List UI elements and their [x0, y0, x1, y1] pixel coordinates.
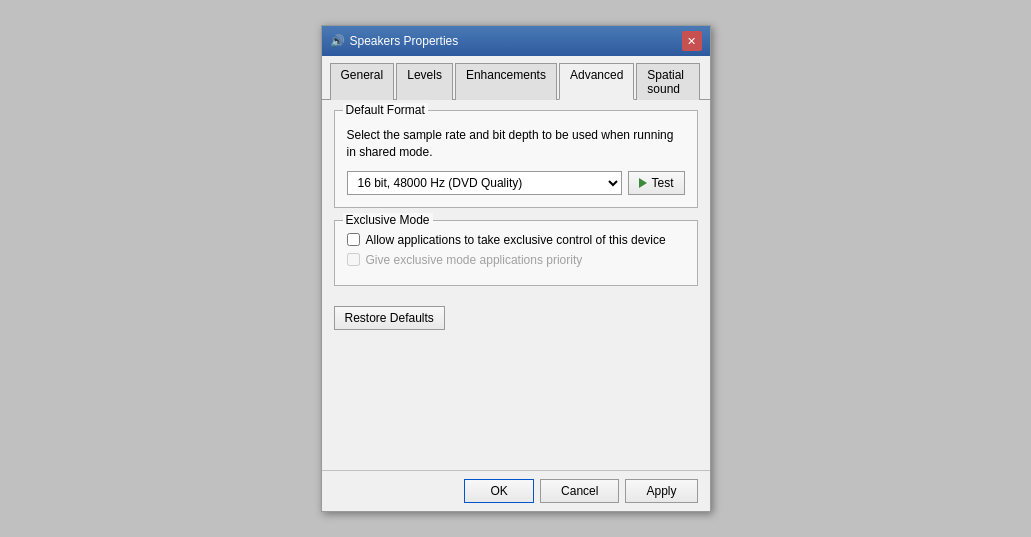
allow-exclusive-label: Allow applications to take exclusive con… [366, 233, 666, 247]
play-icon [639, 178, 647, 188]
priority-exclusive-checkbox[interactable] [347, 253, 360, 266]
priority-exclusive-row: Give exclusive mode applications priorit… [347, 253, 685, 267]
test-label: Test [651, 176, 673, 190]
format-row: 16 bit, 48000 Hz (DVD Quality) Test [347, 171, 685, 195]
tab-content: Default Format Select the sample rate an… [322, 100, 710, 470]
allow-exclusive-checkbox[interactable] [347, 233, 360, 246]
tab-spatial-sound[interactable]: Spatial sound [636, 63, 699, 100]
title-bar-left: 🔊 Speakers Properties [330, 34, 459, 48]
default-format-label: Default Format [343, 103, 428, 117]
default-format-description: Select the sample rate and bit depth to … [347, 127, 685, 161]
ok-button[interactable]: OK [464, 479, 534, 503]
apply-button[interactable]: Apply [625, 479, 697, 503]
close-button[interactable]: ✕ [682, 31, 702, 51]
footer: OK Cancel Apply [322, 470, 710, 511]
restore-defaults-button[interactable]: Restore Defaults [334, 306, 445, 330]
tab-general[interactable]: General [330, 63, 395, 100]
allow-exclusive-row: Allow applications to take exclusive con… [347, 233, 685, 247]
speakers-properties-dialog: 🔊 Speakers Properties ✕ General Levels E… [321, 25, 711, 512]
default-format-section: Default Format Select the sample rate an… [334, 110, 698, 208]
exclusive-mode-section: Exclusive Mode Allow applications to tak… [334, 220, 698, 286]
tab-advanced[interactable]: Advanced [559, 63, 634, 100]
speaker-icon: 🔊 [330, 34, 344, 48]
tab-enhancements[interactable]: Enhancements [455, 63, 557, 100]
exclusive-mode-label: Exclusive Mode [343, 213, 433, 227]
title-bar: 🔊 Speakers Properties ✕ [322, 26, 710, 56]
cancel-button[interactable]: Cancel [540, 479, 619, 503]
dialog-title: Speakers Properties [350, 34, 459, 48]
priority-exclusive-label: Give exclusive mode applications priorit… [366, 253, 583, 267]
test-button[interactable]: Test [628, 171, 684, 195]
tab-levels[interactable]: Levels [396, 63, 453, 100]
tab-bar: General Levels Enhancements Advanced Spa… [322, 56, 710, 100]
format-select[interactable]: 16 bit, 48000 Hz (DVD Quality) [347, 171, 623, 195]
